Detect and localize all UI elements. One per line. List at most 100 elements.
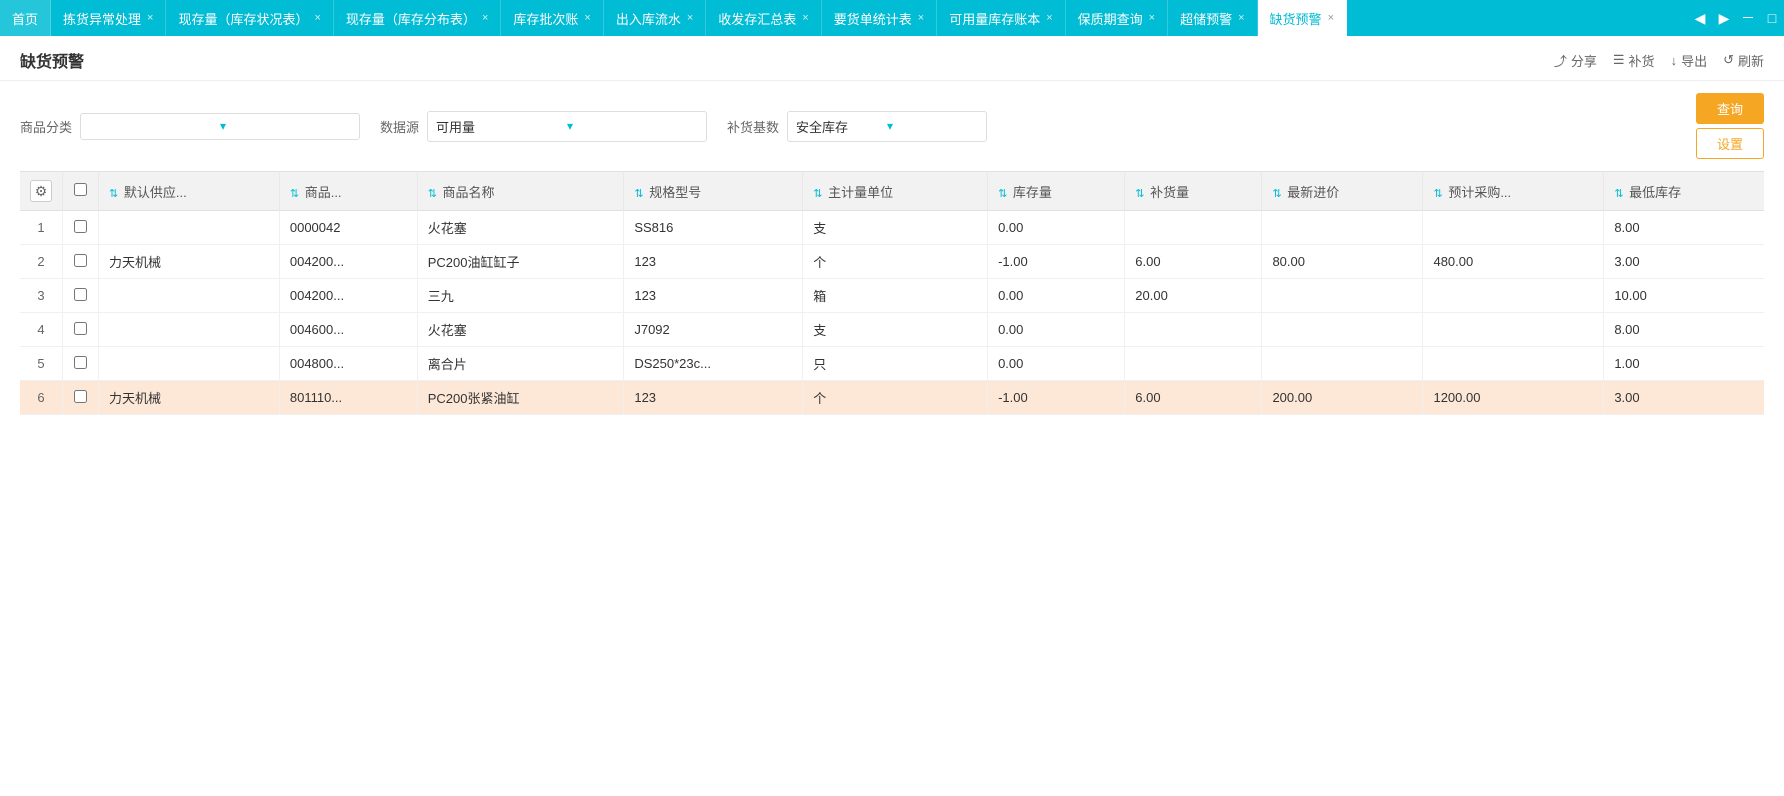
tab-close-expiry-query[interactable]: × bbox=[1149, 12, 1155, 24]
col-stock-header: ⇅ 库存量 bbox=[988, 172, 1125, 211]
sort-spec-icon: ⇅ bbox=[634, 188, 643, 200]
row-est-purchase: 480.00 bbox=[1423, 245, 1604, 279]
row-checkbox[interactable] bbox=[74, 390, 87, 403]
row-product-code: 801110... bbox=[279, 381, 417, 415]
tab-exception[interactable]: 拣货异常处理 × bbox=[51, 0, 166, 36]
tab-inventory-dist[interactable]: 现存量（库存分布表） × bbox=[334, 0, 501, 36]
row-replenish bbox=[1125, 313, 1262, 347]
row-replenish: 6.00 bbox=[1125, 381, 1262, 415]
tab-close-receipt-summary[interactable]: × bbox=[802, 12, 808, 24]
tab-overstock-warning[interactable]: 超储预警 × bbox=[1168, 0, 1257, 36]
tab-close-inventory-status[interactable]: × bbox=[314, 12, 320, 24]
tab-close-available-ledger[interactable]: × bbox=[1046, 12, 1052, 24]
row-est-purchase: 1200.00 bbox=[1423, 381, 1604, 415]
row-unit: 箱 bbox=[803, 279, 988, 313]
datasource-filter-group: 数据源 可用量 ▾ bbox=[380, 111, 707, 142]
col-default-supplier-header: ⇅ 默认供应... bbox=[99, 172, 280, 211]
tab-requisition-stat[interactable]: 要货单统计表 × bbox=[822, 0, 937, 36]
tab-available-ledger[interactable]: 可用量库存账本 × bbox=[937, 0, 1065, 36]
export-button[interactable]: ↓ 导出 bbox=[1671, 51, 1708, 70]
row-num: 4 bbox=[20, 313, 63, 347]
row-num: 2 bbox=[20, 245, 63, 279]
col-product-code-header: ⇅ 商品... bbox=[279, 172, 417, 211]
tab-shortage-warning[interactable]: 缺货预警 × bbox=[1258, 0, 1347, 36]
row-checkbox[interactable] bbox=[74, 288, 87, 301]
datasource-select[interactable]: 可用量 ▾ bbox=[427, 111, 707, 142]
row-latest-price bbox=[1262, 211, 1423, 245]
row-supplier bbox=[99, 347, 280, 381]
row-checkbox[interactable] bbox=[74, 322, 87, 335]
row-num: 5 bbox=[20, 347, 63, 381]
query-button[interactable]: 查询 bbox=[1696, 93, 1764, 124]
tab-receipt-summary[interactable]: 收发存汇总表 × bbox=[706, 0, 821, 36]
row-checkbox[interactable] bbox=[74, 254, 87, 267]
page-title: 缺货预警 bbox=[20, 48, 84, 72]
row-latest-price: 80.00 bbox=[1262, 245, 1423, 279]
row-product-code: 0000042 bbox=[279, 211, 417, 245]
replenish-icon: ☰ bbox=[1613, 52, 1625, 68]
tab-close-inventory-dist[interactable]: × bbox=[482, 12, 488, 24]
refresh-icon: ↺ bbox=[1723, 52, 1734, 68]
row-stock: -1.00 bbox=[988, 245, 1125, 279]
tab-home[interactable]: 首页 bbox=[0, 0, 51, 36]
tab-maximize-btn[interactable]: □ bbox=[1760, 0, 1784, 36]
table-settings-icon[interactable]: ⚙ bbox=[30, 180, 52, 202]
replenish-basis-select[interactable]: 安全库存 ▾ bbox=[787, 111, 987, 142]
row-spec: J7092 bbox=[624, 313, 803, 347]
tab-prev-btn[interactable]: ◀ bbox=[1688, 0, 1712, 36]
select-all-checkbox[interactable] bbox=[74, 183, 87, 196]
row-est-purchase bbox=[1423, 279, 1604, 313]
col-unit-header: ⇅ 主计量单位 bbox=[803, 172, 988, 211]
tab-bar: 首页 拣货异常处理 × 现存量（库存状况表） × 现存量（库存分布表） × 库存… bbox=[0, 0, 1784, 36]
tab-inventory-status[interactable]: 现存量（库存状况表） × bbox=[166, 0, 333, 36]
row-checkbox[interactable] bbox=[74, 356, 87, 369]
header-actions: ⤴ 分享 ☰ 补货 ↓ 导出 ↺ 刷新 bbox=[1554, 51, 1764, 70]
row-checkbox-cell bbox=[63, 211, 99, 245]
sort-code-icon: ⇅ bbox=[290, 188, 299, 200]
tab-close-inout-flow[interactable]: × bbox=[687, 12, 693, 24]
sort-supplier-icon: ⇅ bbox=[109, 188, 118, 200]
col-product-name-header: ⇅ 商品名称 bbox=[417, 172, 624, 211]
tab-close-shortage-warning[interactable]: × bbox=[1328, 12, 1334, 24]
datasource-arrow-icon: ▾ bbox=[567, 119, 698, 133]
tab-close-overstock-warning[interactable]: × bbox=[1238, 12, 1244, 24]
tab-inout-flow[interactable]: 出入库流水 × bbox=[604, 0, 706, 36]
tab-batch-account[interactable]: 库存批次账 × bbox=[501, 0, 603, 36]
tab-close-batch-account[interactable]: × bbox=[584, 12, 590, 24]
share-button[interactable]: ⤴ 分享 bbox=[1554, 51, 1597, 70]
filter-bar: 商品分类 ▾ 数据源 可用量 ▾ 补货基数 安全库存 ▾ 查询 设置 bbox=[0, 81, 1784, 171]
table-row[interactable]: 3 004200... 三九 123 箱 0.00 20.00 10.00 bbox=[20, 279, 1764, 313]
replenish-button[interactable]: ☰ 补货 bbox=[1613, 51, 1655, 70]
sort-replenish-icon: ⇅ bbox=[1135, 188, 1144, 200]
row-stock: -1.00 bbox=[988, 381, 1125, 415]
row-product-name: 火花塞 bbox=[417, 313, 624, 347]
row-supplier: 力天机械 bbox=[99, 381, 280, 415]
row-product-name: PC200油缸缸子 bbox=[417, 245, 624, 279]
tab-minimize-btn[interactable]: － bbox=[1736, 0, 1760, 36]
col-est-purchase-header: ⇅ 预计采购... bbox=[1423, 172, 1604, 211]
table-row[interactable]: 4 004600... 火花塞 J7092 支 0.00 8.00 bbox=[20, 313, 1764, 347]
row-checkbox-cell bbox=[63, 279, 99, 313]
tab-expiry-query[interactable]: 保质期查询 × bbox=[1066, 0, 1168, 36]
share-icon: ⤴ bbox=[1554, 51, 1567, 70]
row-product-name: 离合片 bbox=[417, 347, 624, 381]
refresh-button[interactable]: ↺ 刷新 bbox=[1723, 51, 1764, 70]
row-checkbox-cell bbox=[63, 313, 99, 347]
table-row[interactable]: 6 力天机械 801110... PC200张紧油缸 123 个 -1.00 6… bbox=[20, 381, 1764, 415]
tab-next-btn[interactable]: ▶ bbox=[1712, 0, 1736, 36]
table-row[interactable]: 2 力天机械 004200... PC200油缸缸子 123 个 -1.00 6… bbox=[20, 245, 1764, 279]
row-est-purchase bbox=[1423, 347, 1604, 381]
row-unit: 个 bbox=[803, 245, 988, 279]
tab-close-requisition-stat[interactable]: × bbox=[918, 12, 924, 24]
col-spec-header: ⇅ 规格型号 bbox=[624, 172, 803, 211]
category-select[interactable]: ▾ bbox=[80, 113, 360, 140]
table-row[interactable]: 5 004800... 离合片 DS250*23c... 只 0.00 1.00 bbox=[20, 347, 1764, 381]
table-row[interactable]: 1 0000042 火花塞 SS816 支 0.00 8.00 bbox=[20, 211, 1764, 245]
row-est-purchase bbox=[1423, 211, 1604, 245]
row-unit: 支 bbox=[803, 313, 988, 347]
row-checkbox[interactable] bbox=[74, 220, 87, 233]
settings-button[interactable]: 设置 bbox=[1696, 128, 1764, 159]
row-min-stock: 8.00 bbox=[1604, 313, 1764, 347]
tab-close-exception[interactable]: × bbox=[147, 12, 153, 24]
table-body: 1 0000042 火花塞 SS816 支 0.00 8.00 2 力天机械 0… bbox=[20, 211, 1764, 415]
